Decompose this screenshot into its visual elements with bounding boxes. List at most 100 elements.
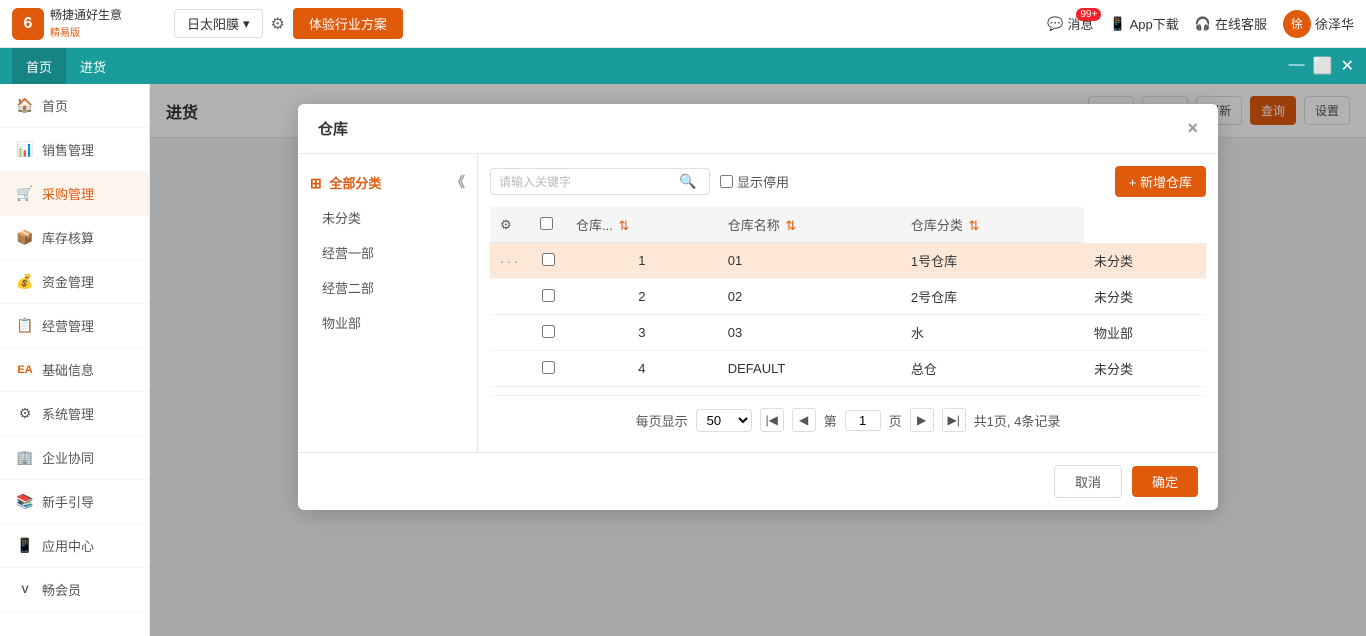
search-wrapper: 🔍 <box>490 168 710 195</box>
collapse-icon[interactable]: 《 <box>451 172 465 192</box>
table-row[interactable]: 4 DEFAULT 总仓 未分类 <box>490 351 1206 387</box>
prev-page-button[interactable]: ◀ <box>792 408 816 432</box>
store-selector[interactable]: 日太阳膜 ▾ <box>174 9 263 38</box>
modal-header: 仓库 × <box>298 104 1218 154</box>
last-page-button[interactable]: ▶| <box>942 408 966 432</box>
modal-close-button[interactable]: × <box>1187 118 1198 139</box>
sub-nav-purchase[interactable]: 进货 <box>66 48 120 84</box>
logo-sub: 精易版 <box>50 24 122 39</box>
col-header-name[interactable]: 仓库名称 ⇅ <box>718 207 901 243</box>
sidebar-item-basic[interactable]: EA 基础信息 <box>0 348 149 392</box>
table-row[interactable]: 2 02 2号仓库 未分类 <box>490 279 1206 315</box>
category-panel: ⊞ 全部分类 《 未分类 经营一部 经营二部 <box>298 154 478 452</box>
row-gear[interactable]: ··· <box>490 243 530 279</box>
sort-code-icon: ⇅ <box>618 218 629 233</box>
table-toolbar: 🔍 显示停用 + 新增仓库 <box>490 166 1206 197</box>
category-item-ops1[interactable]: 经营一部 <box>298 235 477 270</box>
row-code: 03 <box>718 315 901 351</box>
sales-icon: 📊 <box>16 141 34 159</box>
show-disabled-checkbox[interactable] <box>720 175 733 188</box>
sidebar-item-home[interactable]: 🏠 首页 <box>0 84 149 128</box>
row-checkbox[interactable] <box>542 253 555 266</box>
sidebar-item-member[interactable]: V 畅会员 <box>0 568 149 612</box>
sub-nav-home[interactable]: 首页 <box>12 48 66 84</box>
col-header-category[interactable]: 仓库分类 ⇅ <box>901 207 1084 243</box>
row-category: 未分类 <box>1084 243 1206 279</box>
row-gear[interactable] <box>490 315 530 351</box>
search-input[interactable] <box>499 175 679 189</box>
logo-area: 6 畅捷通好生意 精易版 <box>12 8 162 40</box>
sidebar-item-enterprise[interactable]: 🏢 企业协同 <box>0 436 149 480</box>
row-code: 02 <box>718 279 901 315</box>
category-item-uncategorized[interactable]: 未分类 <box>298 200 477 235</box>
row-checkbox[interactable] <box>542 361 555 374</box>
per-page-select[interactable]: 50 20 100 <box>696 409 752 432</box>
customer-service-button[interactable]: 🎧 在线客服 <box>1195 14 1267 33</box>
more-icon[interactable]: ··· <box>500 253 520 269</box>
sidebar-item-finance[interactable]: 💰 资金管理 <box>0 260 149 304</box>
add-warehouse-button[interactable]: + 新增仓库 <box>1115 166 1206 197</box>
notification-button[interactable]: 💬 消息 99+ <box>1047 14 1093 33</box>
warehouse-table: ⚙ 仓库... ⇅ <box>490 207 1206 387</box>
col-header-gear: ⚙ <box>490 207 530 243</box>
confirm-button[interactable]: 确定 <box>1132 466 1198 497</box>
sidebar-item-apps[interactable]: 📱 应用中心 <box>0 524 149 568</box>
row-index: 2 <box>566 279 718 315</box>
guide-icon: 📚 <box>16 493 34 511</box>
col-header-check <box>530 207 566 243</box>
user-profile-button[interactable]: 徐 徐泽华 <box>1283 10 1354 38</box>
sidebar-item-system[interactable]: ⚙ 系统管理 <box>0 392 149 436</box>
select-all-checkbox[interactable] <box>540 217 553 230</box>
top-right-area: 💬 消息 99+ 📱 App下载 🎧 在线客服 徐 徐泽华 <box>1047 10 1354 38</box>
sort-category-icon: ⇅ <box>968 218 979 233</box>
row-name: 水 <box>901 315 1084 351</box>
warehouse-modal: 仓库 × ⊞ 全部分类 《 <box>298 104 1218 510</box>
system-icon: ⚙ <box>16 405 34 423</box>
finance-icon: 💰 <box>16 273 34 291</box>
modal-body: ⊞ 全部分类 《 未分类 经营一部 经营二部 <box>298 154 1218 452</box>
modal-footer: 取消 确定 <box>298 452 1218 510</box>
purchase-icon: 🛒 <box>16 185 34 203</box>
first-page-button[interactable]: |◀ <box>760 408 784 432</box>
main-content: 进货 打印 导出 刷新 查询 设置 仓库 × <box>150 84 1366 636</box>
search-icon[interactable]: 🔍 <box>679 173 696 190</box>
sidebar-item-sales[interactable]: 📊 销售管理 <box>0 128 149 172</box>
table-row[interactable]: ··· 1 01 1号仓库 未分类 <box>490 243 1206 279</box>
row-name: 总仓 <box>901 351 1084 387</box>
maximize-button[interactable]: ⬜ <box>1313 56 1333 76</box>
close-window-button[interactable]: ✕ <box>1341 56 1354 76</box>
settings-icon[interactable]: ⚙ <box>271 14 285 34</box>
show-disabled-checkbox-label[interactable]: 显示停用 <box>720 172 789 191</box>
apps-icon: 📱 <box>16 537 34 555</box>
sidebar-item-guide[interactable]: 📚 新手引导 <box>0 480 149 524</box>
stock-icon: 📦 <box>16 229 34 247</box>
row-name: 2号仓库 <box>901 279 1084 315</box>
row-gear[interactable] <box>490 279 530 315</box>
cancel-button[interactable]: 取消 <box>1054 465 1122 498</box>
row-checkbox-cell <box>530 243 566 279</box>
minimize-button[interactable]: — <box>1289 56 1305 76</box>
app-download-button[interactable]: 📱 App下载 <box>1109 14 1178 33</box>
category-item-property[interactable]: 物业部 <box>298 305 477 340</box>
avatar: 徐 <box>1283 10 1311 38</box>
table-panel: 🔍 显示停用 + 新增仓库 <box>478 154 1218 452</box>
all-categories-header[interactable]: ⊞ 全部分类 《 <box>298 164 477 200</box>
row-category: 未分类 <box>1084 279 1206 315</box>
col-header-code[interactable]: 仓库... ⇅ <box>566 207 718 243</box>
sort-name-icon: ⇅ <box>785 218 796 233</box>
page-number-input[interactable] <box>845 410 881 431</box>
next-page-button[interactable]: ▶ <box>910 408 934 432</box>
row-index: 3 <box>566 315 718 351</box>
try-industry-button[interactable]: 体验行业方案 <box>293 8 403 39</box>
sidebar-item-operation[interactable]: 📋 经营管理 <box>0 304 149 348</box>
grid-icon: ⊞ <box>310 175 322 191</box>
sidebar-item-stock[interactable]: 📦 库存核算 <box>0 216 149 260</box>
row-checkbox[interactable] <box>542 325 555 338</box>
table-row[interactable]: 3 03 水 物业部 <box>490 315 1206 351</box>
main-layout: 🏠 首页 📊 销售管理 🛒 采购管理 📦 库存核算 💰 资金管理 📋 经营管理 … <box>0 84 1366 636</box>
row-gear[interactable] <box>490 351 530 387</box>
row-checkbox[interactable] <box>542 289 555 302</box>
category-item-ops2[interactable]: 经营二部 <box>298 270 477 305</box>
modal-title: 仓库 <box>318 118 348 139</box>
sidebar-item-purchase[interactable]: 🛒 采购管理 <box>0 172 149 216</box>
